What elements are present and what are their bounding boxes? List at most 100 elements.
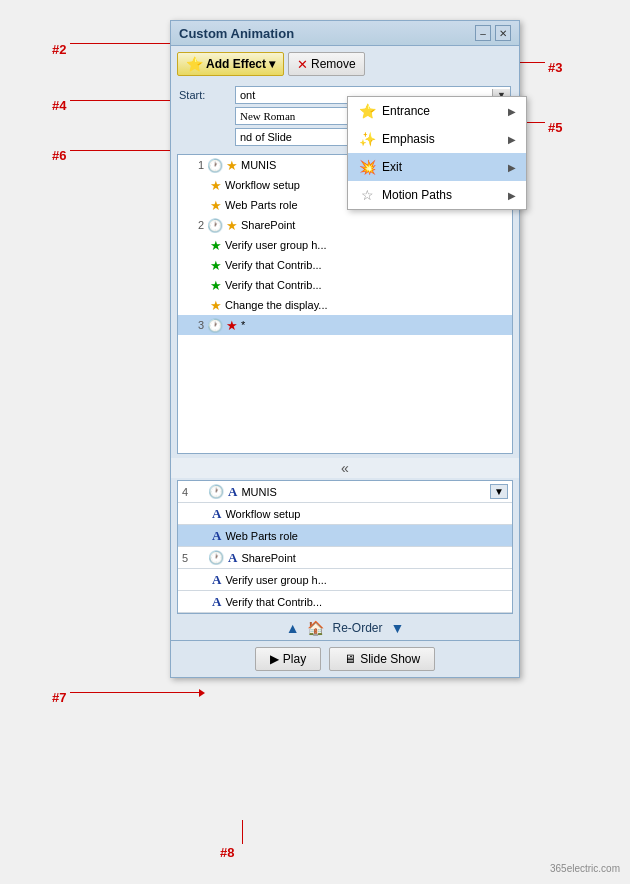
item-text: Web Parts role	[225, 199, 298, 211]
item-text: SharePoint	[241, 219, 295, 231]
title-controls: – ✕	[475, 25, 511, 41]
star-icon: ★	[210, 238, 222, 253]
play-button[interactable]: ▶ Play	[255, 647, 321, 671]
sel-item-text: Web Parts role	[225, 530, 508, 542]
selected-item[interactable]: A Web Parts role	[178, 525, 512, 547]
list-item[interactable]: ★ Verify user group h...	[178, 235, 512, 255]
slideshow-icon: 🖥	[344, 652, 356, 666]
remove-button[interactable]: ✕ Remove	[288, 52, 365, 76]
star-icon: ★	[210, 178, 222, 193]
star-icon: ★	[210, 258, 222, 273]
item-number: 2	[182, 219, 204, 231]
emphasis-chevron-icon: ▶	[508, 134, 516, 145]
list-item[interactable]: ★ Verify that Contrib...	[178, 275, 512, 295]
remove-label: Remove	[311, 57, 356, 71]
clock-icon: 🕐	[207, 158, 223, 173]
sel-item-number: 4	[182, 486, 204, 498]
remove-x-icon: ✕	[297, 57, 308, 72]
close-button[interactable]: ✕	[495, 25, 511, 41]
slideshow-button[interactable]: 🖥 Slide Show	[329, 647, 435, 671]
annotation-8: #8	[220, 845, 234, 860]
star-icon: ★	[226, 218, 238, 233]
toolbar: ⭐ Add Effect ▾ ✕ Remove	[171, 46, 519, 82]
exit-icon: 💥	[358, 158, 376, 176]
menu-item-emphasis[interactable]: ✨ Emphasis ▶	[348, 125, 526, 153]
selected-item[interactable]: 4 🕐 A MUNIS ▼	[178, 481, 512, 503]
item-text: MUNIS	[241, 159, 276, 171]
add-effect-button[interactable]: ⭐ Add Effect ▾	[177, 52, 284, 76]
selected-item[interactable]: A Verify that Contrib...	[178, 591, 512, 613]
menu-item-motion-paths[interactable]: ☆ Motion Paths ▶	[348, 181, 526, 209]
list-item[interactable]: ★ Change the display...	[178, 295, 512, 315]
slideshow-label: Slide Show	[360, 652, 420, 666]
star-icon: ★	[226, 318, 238, 333]
item-text: *	[241, 319, 245, 331]
motion-paths-icon: ☆	[358, 186, 376, 204]
clock-icon: 🕐	[208, 484, 224, 499]
sel-item-text: Verify user group h...	[225, 574, 508, 586]
item-number: 1	[182, 159, 204, 171]
panel-titlebar: Custom Animation – ✕	[171, 21, 519, 46]
annotation-7: #7	[52, 690, 66, 705]
emphasis-label: Emphasis	[382, 132, 435, 146]
reorder-label: Re-Order	[332, 621, 382, 635]
minimize-button[interactable]: –	[475, 25, 491, 41]
sel-item-text: SharePoint	[241, 552, 508, 564]
sel-a-icon: A	[228, 484, 237, 500]
star-icon: ★	[210, 198, 222, 213]
item-text: Verify that Contrib...	[225, 259, 322, 271]
selected-item[interactable]: 5 🕐 A SharePoint	[178, 547, 512, 569]
star-icon: ★	[226, 158, 238, 173]
menu-item-exit[interactable]: 💥 Exit ▶	[348, 153, 526, 181]
sel-a-icon: A	[228, 550, 237, 566]
watermark: 365electric.com	[550, 863, 620, 874]
sel-dropdown-arrow-icon[interactable]: ▼	[490, 484, 508, 499]
selected-item[interactable]: A Verify user group h...	[178, 569, 512, 591]
item-text: Verify that Contrib...	[225, 279, 322, 291]
reorder-up-icon[interactable]: ▲	[286, 620, 300, 636]
selected-item[interactable]: A Workflow setup	[178, 503, 512, 525]
panel-title: Custom Animation	[179, 26, 294, 41]
motion-paths-chevron-icon: ▶	[508, 190, 516, 201]
play-icon: ▶	[270, 652, 279, 666]
sel-item-text: Workflow setup	[225, 508, 508, 520]
reorder-home-icon[interactable]: 🏠	[307, 620, 324, 636]
custom-animation-panel: Custom Animation – ✕ ⭐ Add Effect ▾ ✕ Re…	[170, 20, 520, 678]
add-effect-star-icon: ⭐	[186, 56, 203, 72]
annotation-4-line	[70, 100, 185, 101]
reorder-bar: ▲ 🏠 Re-Order ▼	[171, 616, 519, 640]
start-label: Start:	[179, 89, 229, 101]
annotation-7-line	[70, 692, 200, 693]
sel-item-number: 5	[182, 552, 204, 564]
clock-icon: 🕐	[208, 550, 224, 565]
clock-icon: 🕐	[207, 318, 223, 333]
list-item[interactable]: 3 🕐 ★ *	[178, 315, 512, 335]
annotation-4: #4	[52, 98, 66, 113]
annotation-3: #3	[548, 60, 562, 75]
star-icon: ★	[210, 298, 222, 313]
list-item[interactable]: ★ Verify that Contrib...	[178, 255, 512, 275]
motion-paths-label: Motion Paths	[382, 188, 452, 202]
reorder-down-icon[interactable]: ▼	[391, 620, 405, 636]
emphasis-icon: ✨	[358, 130, 376, 148]
annotation-6: #6	[52, 148, 66, 163]
sel-a-icon: A	[212, 572, 221, 588]
entrance-icon: ⭐	[358, 102, 376, 120]
add-effect-label: Add Effect	[206, 57, 266, 71]
selected-section: 4 🕐 A MUNIS ▼ A Workflow setup A Web Par…	[177, 480, 513, 614]
exit-chevron-icon: ▶	[508, 162, 516, 173]
dropdown-menu: ⭐ Entrance ▶ ✨ Emphasis ▶ 💥 Exit ▶ ☆ Mot…	[347, 96, 527, 210]
start-value: ont	[240, 89, 255, 101]
item-text: Change the display...	[225, 299, 328, 311]
menu-item-entrance[interactable]: ⭐ Entrance ▶	[348, 97, 526, 125]
sel-a-icon: A	[212, 528, 221, 544]
play-label: Play	[283, 652, 306, 666]
divider: «	[171, 458, 519, 478]
item-number: 3	[182, 319, 204, 331]
font-value: New Roman	[240, 110, 295, 122]
exit-label: Exit	[382, 160, 402, 174]
annotation-2: #2	[52, 42, 66, 57]
list-item[interactable]: 2 🕐 ★ SharePoint	[178, 215, 512, 235]
sel-a-icon: A	[212, 506, 221, 522]
annotation-5: #5	[548, 120, 562, 135]
